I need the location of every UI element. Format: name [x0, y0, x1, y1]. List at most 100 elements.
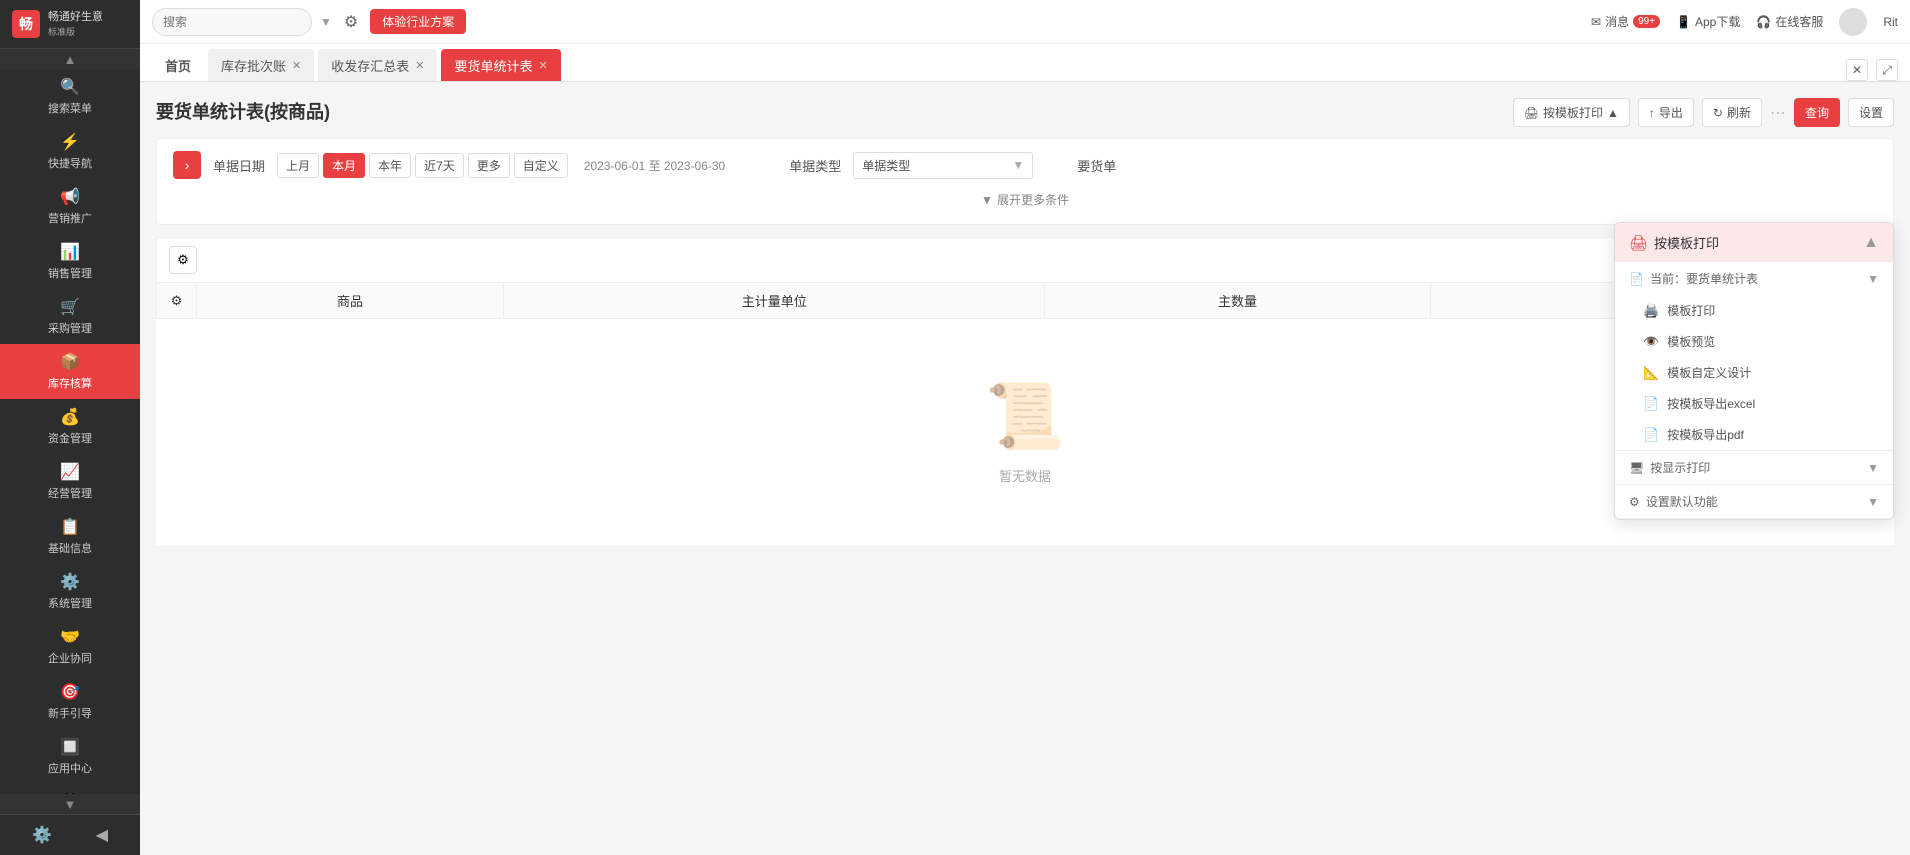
app-logo-icon: 畅: [12, 10, 40, 38]
sidebar-label-purchase: 采购管理: [48, 320, 92, 336]
sidebar-label-system: 系统管理: [48, 595, 92, 611]
sidebar-item-finance[interactable]: 💰资金管理: [0, 399, 140, 454]
sidebar-item-apps[interactable]: 🔲应用中心: [0, 729, 140, 784]
display-print-chevron: ▼: [1867, 461, 1879, 475]
sidebar-item-operations[interactable]: 📈经营管理: [0, 454, 140, 509]
dropdown-title: 按模板打印: [1654, 233, 1719, 252]
sidebar-label-basic: 基础信息: [48, 540, 92, 556]
sidebar-item-system[interactable]: ⚙️ 系统管理: [0, 564, 140, 619]
table-settings-icon[interactable]: ⚙: [171, 293, 183, 308]
search-input[interactable]: [152, 8, 312, 36]
tab-label-order-stats: 要货单统计表: [454, 56, 532, 75]
sidebar-label-quicknav: 快捷导航: [48, 155, 92, 171]
dropdown-item-template-export-pdf[interactable]: 📄按模板导出pdf: [1615, 419, 1893, 450]
current-template-icon: 📄: [1629, 272, 1644, 286]
sidebar-item-wecom[interactable]: 💬企业微信: [0, 784, 140, 794]
search-dropdown-icon[interactable]: ▼: [320, 15, 332, 29]
query-button[interactable]: 查询: [1794, 98, 1840, 127]
app-download-icon: 📱: [1676, 15, 1691, 29]
sidebar-settings-icon[interactable]: ⚙️: [32, 825, 52, 845]
print-dropdown-menu: 🖨 按模板打印 ▲ 📄 当前：要货单统计表 ▼ 🖨️模板打印👁️模板预览📐模板自…: [1614, 222, 1894, 520]
default-func-chevron: ▼: [1867, 495, 1879, 509]
tab-receivable-summary[interactable]: 收发存汇总表✕: [318, 49, 437, 81]
tab-inventory-batch[interactable]: 库存批次账✕: [208, 49, 314, 81]
tab-maximize-button[interactable]: ⤢: [1876, 59, 1898, 81]
sidebar-item-basic[interactable]: 📋基础信息: [0, 509, 140, 564]
sidebar-item-purchase[interactable]: 🛒采购管理: [0, 289, 140, 344]
export-button[interactable]: ↑ 导出: [1638, 98, 1694, 127]
sidebar-item-inventory[interactable]: 📦库存核算: [0, 344, 140, 399]
tab-controls: ✕ ⤢: [1846, 59, 1898, 81]
sidebar-label-inventory: 库存核算: [48, 375, 92, 391]
content-actions: 🖨 按模板打印 ▲ ↑ 导出 ↻ 刷新 ⋯ 查询 设置: [1513, 98, 1894, 127]
empty-icon: 📜: [985, 379, 1065, 454]
template-export-excel-label: 按模板导出excel: [1667, 395, 1755, 412]
sidebar-item-collab[interactable]: 🤝企业协同: [0, 619, 140, 674]
current-template-label: 当前：要货单统计表: [1650, 270, 1758, 287]
date-btn-more[interactable]: 更多: [468, 153, 510, 178]
column-settings-button[interactable]: ⚙: [169, 246, 197, 274]
online-service-button[interactable]: 🎧 在线客服: [1756, 13, 1823, 30]
sidebar-item-search[interactable]: 🔍搜索菜单: [0, 69, 140, 124]
tab-order-stats[interactable]: 要货单统计表 ✕: [441, 49, 560, 81]
quicknav-icon: ⚡: [60, 132, 80, 152]
sidebar-scroll-up[interactable]: ▲: [0, 49, 140, 69]
message-badge: 99+: [1633, 15, 1660, 28]
order-type-select[interactable]: 单据类型 ▼: [853, 152, 1033, 179]
filter-expand-button[interactable]: ›: [173, 151, 201, 179]
sidebar-item-quicknav[interactable]: ⚡ 快捷导航: [0, 124, 140, 179]
dropdown-item-template-print[interactable]: 🖨️模板打印: [1615, 295, 1893, 326]
headset-icon: 🎧: [1756, 15, 1771, 29]
date-btn-year[interactable]: 本年: [369, 153, 411, 178]
more-actions-icon[interactable]: ⋯: [1770, 103, 1786, 123]
tab-close-inventory-batch[interactable]: ✕: [292, 59, 301, 72]
tab-home[interactable]: 首页: [152, 49, 204, 81]
sidebar-item-sales[interactable]: 📊销售管理: [0, 234, 140, 289]
settings-button[interactable]: 设置: [1848, 98, 1894, 127]
user-name[interactable]: Rit: [1883, 15, 1898, 29]
message-button[interactable]: ✉ 消息 99+: [1591, 13, 1660, 30]
display-print-label: 按显示打印: [1650, 459, 1710, 476]
refresh-icon: ↻: [1713, 106, 1723, 120]
template-export-excel-icon: 📄: [1643, 396, 1659, 412]
sidebar-item-newbie[interactable]: 🎯新手引导: [0, 674, 140, 729]
sidebar-item-marketing[interactable]: 📢营销推广: [0, 179, 140, 234]
tab-close-all-button[interactable]: ✕: [1846, 59, 1868, 81]
date-btn-custom[interactable]: 自定义: [514, 153, 568, 178]
sidebar-logo: 畅 畅通好生意 标准版: [0, 0, 140, 49]
sidebar-label-sales: 销售管理: [48, 265, 92, 281]
dropdown-display-print-section: 🖥 按显示打印 ▼: [1615, 451, 1893, 485]
current-template-chevron: ▼: [1867, 272, 1879, 286]
system-icon: ⚙️: [60, 572, 80, 592]
dropdown-current-header[interactable]: 📄 当前：要货单统计表 ▼: [1615, 262, 1893, 295]
date-btn-prev[interactable]: 上月: [277, 153, 319, 178]
default-func-header[interactable]: ⚙ 设置默认功能 ▼: [1615, 485, 1893, 518]
sidebar-collapse-icon[interactable]: ◀: [96, 825, 108, 845]
dropdown-close-icon[interactable]: ▲: [1863, 234, 1879, 252]
tab-close-order-stats[interactable]: ✕: [539, 59, 548, 72]
print-chevron-icon: ▲: [1607, 106, 1619, 120]
dropdown-item-template-preview[interactable]: 👁️模板预览: [1615, 326, 1893, 357]
user-avatar[interactable]: [1839, 8, 1867, 36]
finance-icon: 💰: [60, 407, 80, 427]
empty-text: 暂无数据: [999, 466, 1051, 485]
tab-close-receivable-summary[interactable]: ✕: [415, 59, 424, 72]
date-btn-7days[interactable]: 近7天: [415, 153, 464, 178]
print-button[interactable]: 🖨 按模板打印 ▲: [1513, 98, 1630, 127]
template-preview-label: 模板预览: [1667, 333, 1715, 350]
dropdown-header: 🖨 按模板打印 ▲: [1615, 223, 1893, 262]
expand-more-button[interactable]: ▼ 展开更多条件: [965, 187, 1085, 212]
dropdown-item-template-design[interactable]: 📐模板自定义设计: [1615, 357, 1893, 388]
print-icon: 🖨: [1524, 106, 1539, 120]
col-header-unit: 主计量单位: [503, 283, 1045, 319]
refresh-button[interactable]: ↻ 刷新: [1702, 98, 1762, 127]
trial-button[interactable]: 体验行业方案: [370, 9, 466, 34]
sidebar-scroll-down[interactable]: ▼: [0, 794, 140, 814]
display-print-header[interactable]: 🖥 按显示打印 ▼: [1615, 451, 1893, 484]
app-logo-text: 畅通好生意 标准版: [48, 10, 103, 38]
dropdown-item-template-export-excel[interactable]: 📄 按模板导出excel: [1615, 388, 1893, 419]
date-btn-current[interactable]: 本月: [323, 153, 365, 178]
operations-icon: 📈: [60, 462, 80, 482]
topbar-settings-icon[interactable]: ⚙: [344, 12, 358, 32]
app-download-button[interactable]: 📱 App下载: [1676, 13, 1740, 30]
